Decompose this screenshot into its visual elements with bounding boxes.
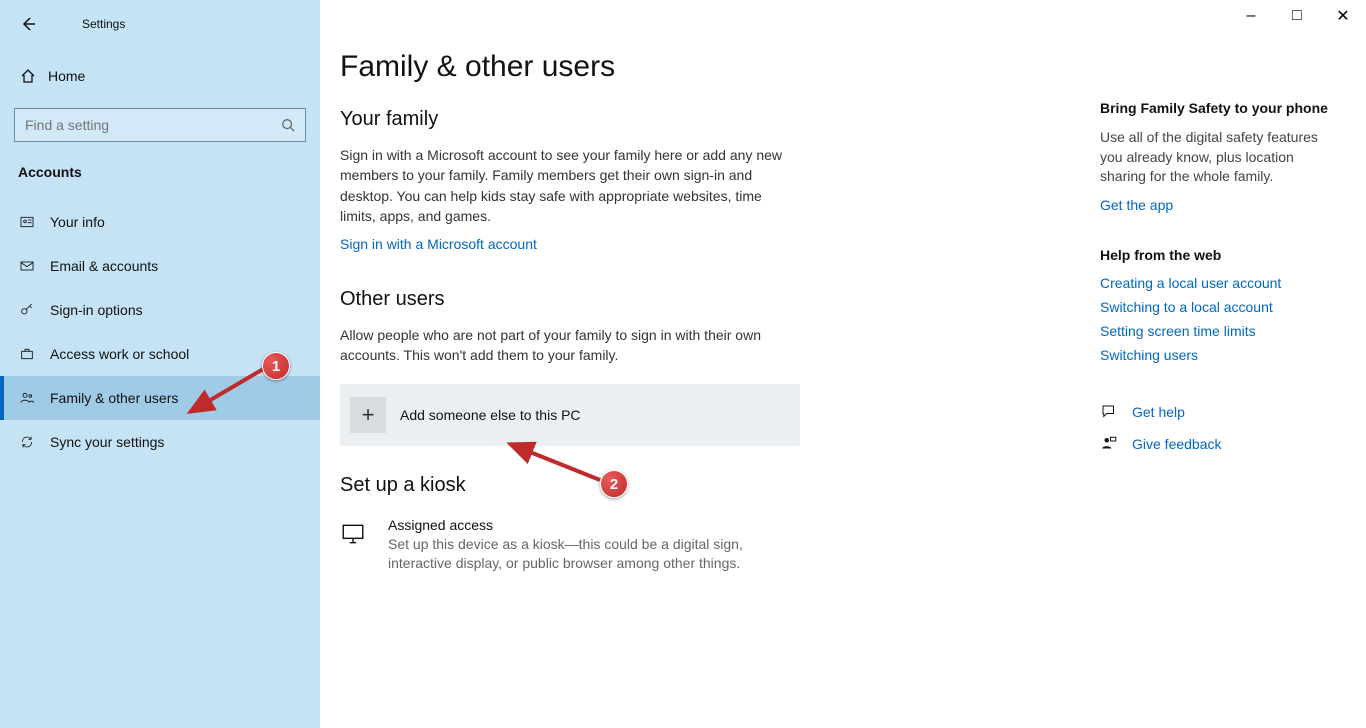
get-help-link[interactable]: Get help [1132,404,1185,420]
home-nav[interactable]: Home [0,54,320,98]
sidebar-item-label: Your info [50,214,105,230]
nav-list: Your info Email & accounts Sign-in options… [0,200,320,464]
help-link-switching-to-a-local-account[interactable]: Switching to a local account [1100,299,1340,315]
give-feedback-link[interactable]: Give feedback [1132,436,1222,452]
key-icon [18,302,36,318]
family-safety-text: Use all of the digital safety features y… [1100,128,1340,187]
help-chat-icon [1100,403,1118,421]
get-help-row[interactable]: Get help [1100,403,1340,421]
sidebar-item-label: Sync your settings [50,434,164,450]
search-input[interactable] [25,117,281,133]
back-arrow-icon [20,16,36,32]
window-controls: – □ ✕ [1228,0,1366,40]
home-label: Home [48,68,85,84]
briefcase-icon [18,346,36,362]
kiosk-monitor-icon [340,517,368,574]
sidebar-item-your-info[interactable]: Your info [0,200,320,244]
home-icon [20,68,48,84]
other-users-text: Allow people who are not part of your fa… [340,325,790,366]
help-link-creating-a-local-user-account[interactable]: Creating a local user account [1100,275,1340,291]
back-button[interactable] [20,16,52,32]
get-app-link[interactable]: Get the app [1100,197,1340,213]
annotation-badge-2: 2 [600,470,628,498]
close-icon: ✕ [1336,6,1349,26]
assigned-access-desc: Set up this device as a kiosk—this could… [388,535,788,574]
sync-icon [18,434,36,450]
right-column: Bring Family Safety to your phone Use al… [1100,100,1340,467]
sidebar-item-label: Sign-in options [50,302,143,318]
annotation-badge-1: 1 [262,352,290,380]
minimize-icon: – [1247,7,1256,25]
window-title: Settings [82,17,125,31]
assigned-access-row[interactable]: Assigned access Set up this device as a … [340,517,1070,574]
close-button[interactable]: ✕ [1320,0,1366,32]
search-box[interactable] [14,108,306,142]
people-icon [18,390,36,406]
page-title: Family & other users [340,50,1070,84]
search-icon [281,118,295,132]
signin-ms-account-link[interactable]: Sign in with a Microsoft account [340,236,537,252]
minimize-button[interactable]: – [1228,0,1274,32]
maximize-button[interactable]: □ [1274,0,1320,32]
sidebar-item-sign-in-options[interactable]: Sign-in options [0,288,320,332]
family-safety-heading: Bring Family Safety to your phone [1100,100,1340,116]
sidebar-section: Accounts [0,142,320,186]
feedback-person-icon [1100,435,1118,453]
add-someone-button[interactable]: + Add someone else to this PC [340,384,800,446]
plus-icon: + [350,397,386,433]
main-content: Family & other users Your family Sign in… [340,0,1070,574]
assigned-access-title: Assigned access [388,517,788,533]
your-family-text: Sign in with a Microsoft account to see … [340,145,790,226]
sidebar-item-label: Access work or school [50,346,189,362]
sidebar-item-family-other-users[interactable]: Family & other users [0,376,320,420]
mail-icon [18,258,36,274]
other-users-heading: Other users [340,288,1070,311]
help-link-switching-users[interactable]: Switching users [1100,347,1340,363]
help-link-setting-screen-time-limits[interactable]: Setting screen time limits [1100,323,1340,339]
maximize-icon: □ [1292,7,1302,25]
give-feedback-row[interactable]: Give feedback [1100,435,1340,453]
help-web-heading: Help from the web [1100,247,1340,263]
sidebar-item-label: Email & accounts [50,258,158,274]
user-card-icon [18,214,36,230]
sidebar-item-label: Family & other users [50,390,178,406]
your-family-heading: Your family [340,108,1070,131]
add-someone-label: Add someone else to this PC [400,407,581,423]
sidebar-item-sync-your-settings[interactable]: Sync your settings [0,420,320,464]
sidebar-item-email-accounts[interactable]: Email & accounts [0,244,320,288]
kiosk-heading: Set up a kiosk [340,474,1070,497]
